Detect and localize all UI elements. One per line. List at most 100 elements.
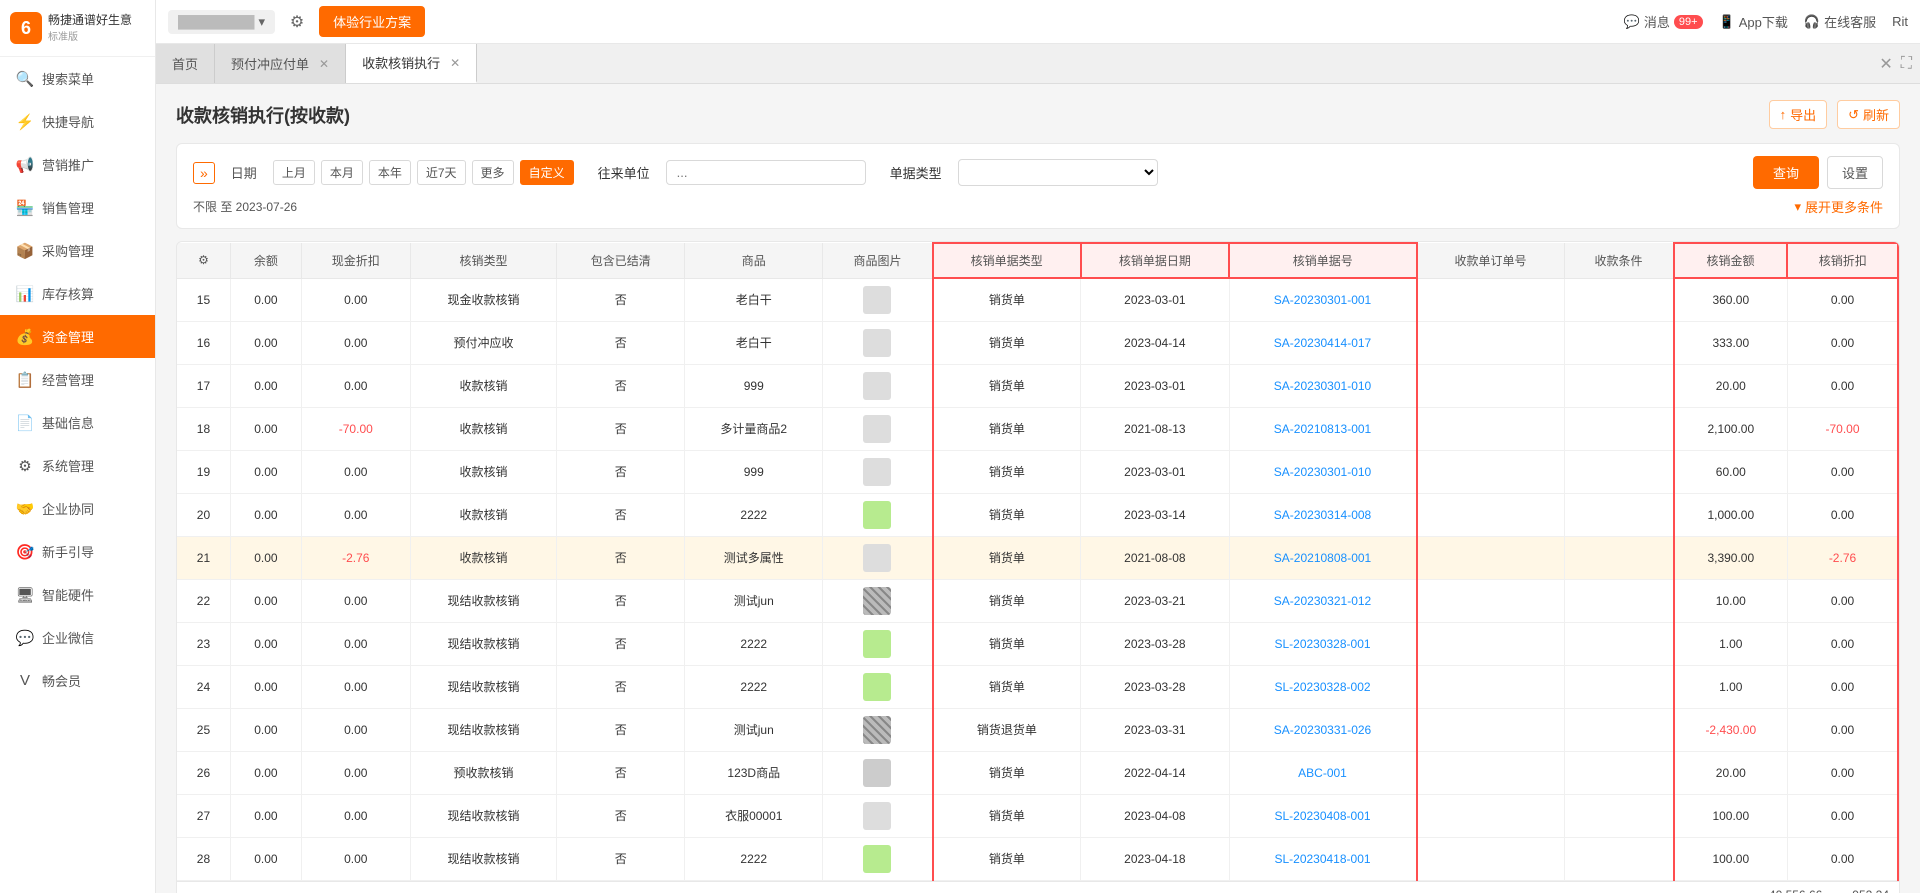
- top-bar-left: █████████ ▾ ⚙ 体验行业方案: [168, 6, 1612, 37]
- tab-prepay-close[interactable]: ✕: [319, 57, 329, 71]
- tab-prepay[interactable]: 预付冲应付单 ✕: [215, 44, 346, 83]
- basic-info-icon: 📄: [16, 414, 34, 432]
- messages-btn[interactable]: 💬 消息 99+: [1624, 12, 1703, 31]
- sidebar-item-marketing[interactable]: 📢 营销推广: [0, 143, 155, 186]
- app-download-btn[interactable]: 📱 App下载: [1719, 12, 1788, 31]
- date-btn-custom[interactable]: 自定义: [520, 160, 574, 185]
- cell-collection-order-no: [1417, 751, 1564, 794]
- col-settings[interactable]: ⚙: [177, 243, 230, 278]
- refresh-btn[interactable]: ↺ 刷新: [1837, 100, 1900, 129]
- table-row: 27 0.00 0.00 现结收款核销 否 衣服00001 销货单 2023-0…: [177, 794, 1898, 837]
- date-btn-7days[interactable]: 近7天: [417, 160, 466, 185]
- sidebar-item-enterprise[interactable]: 🤝 企业协同: [0, 487, 155, 530]
- cell-cash-discount: 0.00: [301, 622, 410, 665]
- headset-icon: 🎧: [1804, 14, 1820, 30]
- cell-collection-order-no: [1417, 278, 1564, 321]
- export-btn[interactable]: ↑ 导出: [1769, 100, 1828, 129]
- voucher-no-link[interactable]: SL-20230328-002: [1274, 680, 1370, 694]
- gear-icon[interactable]: ⚙: [283, 8, 311, 36]
- voucher-no-link[interactable]: SA-20230301-010: [1274, 465, 1371, 479]
- cell-product: 2222: [685, 622, 823, 665]
- cell-voucher-date: 2023-03-28: [1081, 665, 1229, 708]
- cell-cash-discount: 0.00: [301, 321, 410, 364]
- sidebar-item-label-purchase: 采购管理: [42, 241, 94, 260]
- industry-btn[interactable]: 体验行业方案: [319, 6, 425, 37]
- voucher-no-link[interactable]: SA-20230331-026: [1274, 723, 1371, 737]
- online-service-btn[interactable]: 🎧 在线客服: [1804, 12, 1876, 31]
- voucher-type-select[interactable]: [958, 159, 1158, 186]
- cell-voucher-no: SA-20230301-001: [1229, 278, 1417, 321]
- voucher-no-link[interactable]: SL-20230408-001: [1274, 809, 1370, 823]
- date-btn-more[interactable]: 更多: [472, 160, 514, 185]
- table-footer: 40,556,66... 952.24: [177, 881, 1899, 893]
- tab-collection[interactable]: 收款核销执行 ✕: [346, 44, 477, 83]
- cell-collection-order-no: [1417, 321, 1564, 364]
- tab-collection-close[interactable]: ✕: [450, 56, 460, 70]
- date-btn-this-month[interactable]: 本月: [321, 160, 363, 185]
- cell-collection-condition: [1564, 794, 1674, 837]
- expand-filter-icon[interactable]: »: [193, 162, 215, 184]
- brand-badge: 标准版: [48, 28, 132, 43]
- sidebar-item-basic-info[interactable]: 📄 基础信息: [0, 401, 155, 444]
- voucher-no-link[interactable]: SA-20210808-001: [1274, 551, 1371, 565]
- cell-cash-discount: 0.00: [301, 665, 410, 708]
- cell-collection-order-no: [1417, 450, 1564, 493]
- cell-num: 15: [177, 278, 230, 321]
- voucher-no-link[interactable]: SA-20230301-010: [1274, 379, 1371, 393]
- export-icon: ↑: [1780, 107, 1787, 122]
- col-cash-discount: 现金折扣: [301, 243, 410, 278]
- voucher-no-link[interactable]: SA-20230314-008: [1274, 508, 1371, 522]
- sidebar-item-smart-hardware[interactable]: 🖥 智能硬件: [0, 573, 155, 616]
- sidebar-item-wechat[interactable]: 💬 企业微信: [0, 616, 155, 659]
- cell-cancel-amount: 10.00: [1674, 579, 1788, 622]
- sidebar-item-system[interactable]: ⚙ 系统管理: [0, 444, 155, 487]
- sidebar-item-guide[interactable]: 🎯 新手引导: [0, 530, 155, 573]
- cell-included-settled: 否: [557, 665, 685, 708]
- sidebar-item-purchase[interactable]: 📦 采购管理: [0, 229, 155, 272]
- col-balance: 余额: [230, 243, 301, 278]
- tab-home[interactable]: 首页: [156, 44, 215, 83]
- cell-product-image: [823, 450, 933, 493]
- expand-conditions-btn[interactable]: ▾ 展开更多条件: [1794, 197, 1883, 216]
- voucher-no-link[interactable]: SL-20230328-001: [1274, 637, 1370, 651]
- sidebar-item-quick-nav[interactable]: ⚡ 快捷导航: [0, 100, 155, 143]
- cell-collection-order-no: [1417, 536, 1564, 579]
- cell-cancel-amount: 20.00: [1674, 364, 1788, 407]
- sidebar-item-inventory[interactable]: 📊 库存核算: [0, 272, 155, 315]
- cell-collection-condition: [1564, 536, 1674, 579]
- search-btn[interactable]: 查询: [1753, 156, 1819, 189]
- cell-cancel-discount: 0.00: [1787, 665, 1898, 708]
- footer-total-amount: 40,556,66...: [1769, 888, 1832, 893]
- cell-cancel-type: 现结收款核销: [410, 665, 557, 708]
- voucher-no-link[interactable]: ABC-001: [1298, 766, 1347, 780]
- date-btn-last-month[interactable]: 上月: [273, 160, 315, 185]
- cell-balance: 0.00: [230, 407, 301, 450]
- voucher-no-link[interactable]: SA-20230301-001: [1274, 293, 1371, 307]
- sidebar-item-search[interactable]: 🔍 搜索菜单: [0, 57, 155, 100]
- sidebar-item-operation[interactable]: 📋 经营管理: [0, 358, 155, 401]
- sidebar-item-sales[interactable]: 🏪 销售管理: [0, 186, 155, 229]
- title-actions: ↑ 导出 ↺ 刷新: [1769, 100, 1900, 129]
- brand-selector[interactable]: █████████ ▾: [168, 10, 275, 34]
- partner-input[interactable]: [666, 160, 866, 185]
- date-btn-this-year[interactable]: 本年: [369, 160, 411, 185]
- voucher-no-link[interactable]: SA-20210813-001: [1274, 422, 1371, 436]
- cell-collection-condition: [1564, 837, 1674, 880]
- table-row: 26 0.00 0.00 预收款核销 否 123D商品 销货单 2022-04-…: [177, 751, 1898, 794]
- table-row: 15 0.00 0.00 现金收款核销 否 老白干 销货单 2023-03-01…: [177, 278, 1898, 321]
- cell-cancel-type: 收款核销: [410, 364, 557, 407]
- sidebar-item-finance[interactable]: 💰 资金管理: [0, 315, 155, 358]
- settings-btn[interactable]: 设置: [1827, 156, 1883, 189]
- tab-close-all-icon[interactable]: ✕: [1879, 54, 1892, 74]
- tab-fullscreen-icon[interactable]: ⛶: [1901, 55, 1912, 73]
- guide-icon: 🎯: [16, 543, 34, 561]
- voucher-no-link[interactable]: SA-20230414-017: [1274, 336, 1371, 350]
- cell-product: 多计量商品2: [685, 407, 823, 450]
- user-menu[interactable]: Rit: [1892, 14, 1908, 29]
- voucher-no-link[interactable]: SL-20230418-001: [1274, 852, 1370, 866]
- sidebar-item-label-search: 搜索菜单: [42, 69, 94, 88]
- cell-product: 测试jun: [685, 579, 823, 622]
- sidebar-item-vip[interactable]: V 畅会员: [0, 659, 155, 702]
- cell-product-image: [823, 493, 933, 536]
- voucher-no-link[interactable]: SA-20230321-012: [1274, 594, 1371, 608]
